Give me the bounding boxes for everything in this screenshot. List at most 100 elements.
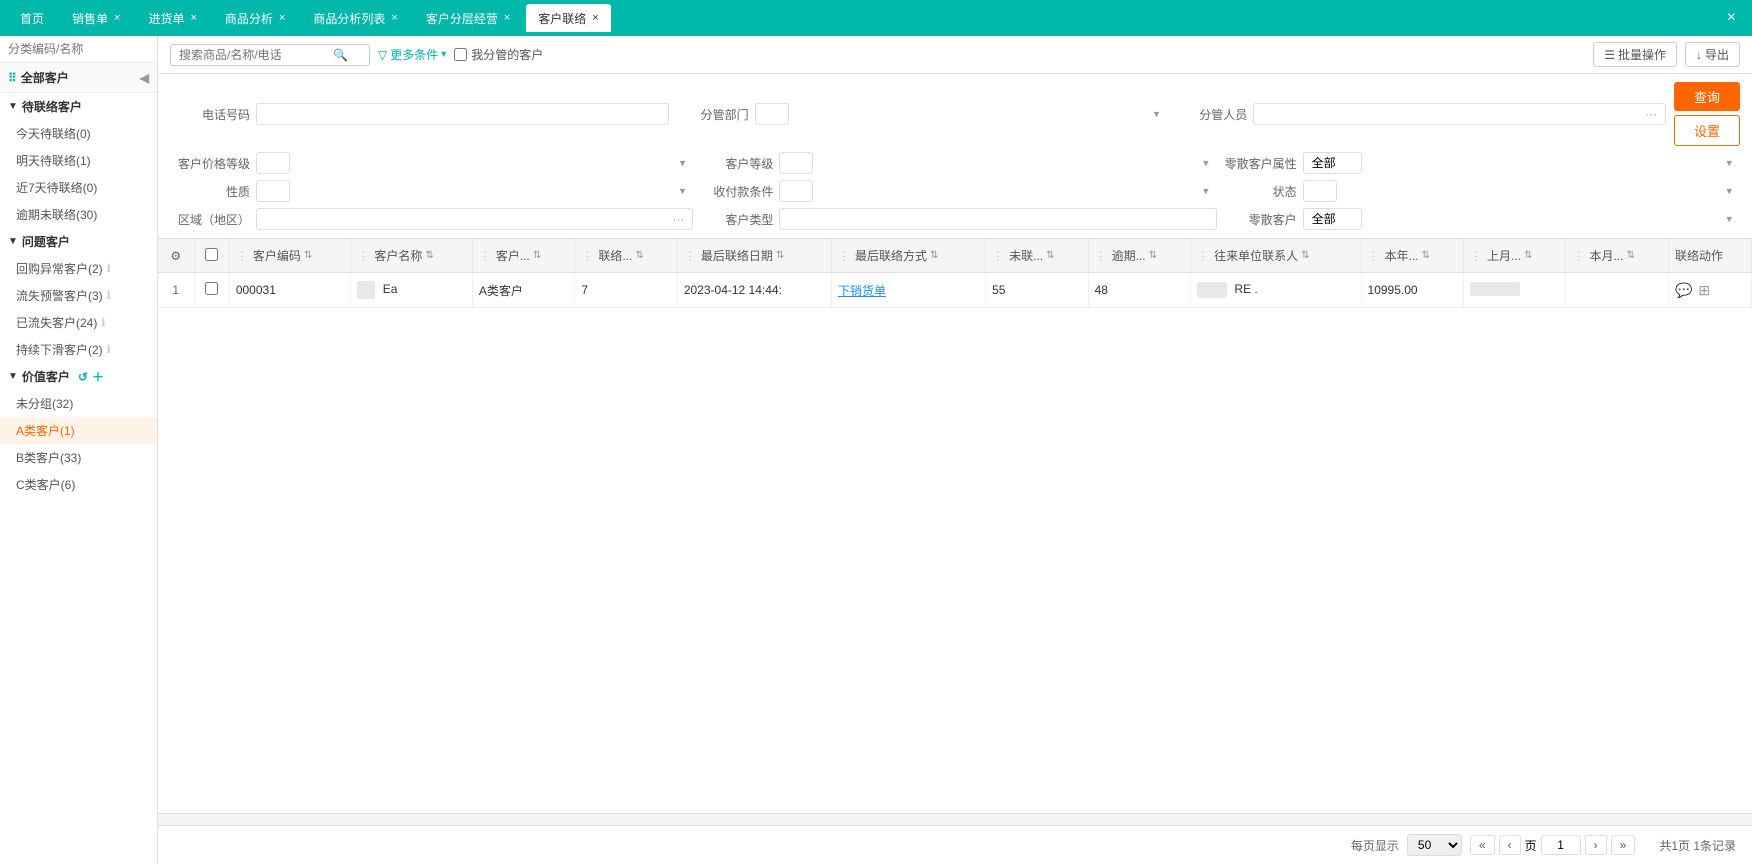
batch-ops-button[interactable]: ☰ 批量操作 (1593, 42, 1677, 67)
col-contact-sort[interactable]: ⇅ (635, 250, 643, 261)
per-page-select[interactable]: 50 100 (1407, 834, 1462, 856)
collapse-icon[interactable]: ◀ (140, 71, 149, 85)
nav-tab-customer-segment[interactable]: 客户分层经营 × (414, 4, 522, 32)
table-settings-icon[interactable]: ⚙ (170, 249, 181, 263)
last-method-link[interactable]: 下销货单 (838, 284, 886, 298)
dept-select-wrapper (755, 103, 1168, 125)
col-last-method-sort[interactable]: ⇅ (930, 250, 938, 261)
query-button[interactable]: 查询 (1674, 82, 1740, 111)
settings-button[interactable]: 设置 (1674, 115, 1740, 146)
filter-cell-manager: 分管人员 ··· (1167, 103, 1666, 125)
filter-search-input[interactable] (179, 48, 329, 62)
customer-type-input[interactable] (779, 208, 1216, 230)
page-number-input[interactable] (1541, 835, 1581, 855)
sidebar-item-b-class[interactable]: B类客户(33) (0, 444, 157, 471)
first-page-btn[interactable]: « (1470, 835, 1495, 855)
sidebar-search-input[interactable] (8, 42, 158, 56)
select-all-checkbox[interactable] (205, 248, 218, 261)
nav-tab-sales[interactable]: 销售单 × (60, 4, 132, 32)
col-last-month-header[interactable]: ⋮ 上月... ⇅ (1464, 239, 1566, 273)
price-level-select[interactable] (256, 152, 290, 174)
value-section-header[interactable]: ▼ 价值客户 ↺ ＋ (0, 363, 157, 390)
customer-level-label: 客户等级 (693, 155, 773, 172)
sidebar-item-a-class[interactable]: A类客户(1) (0, 417, 157, 444)
col-type-sort[interactable]: ⇅ (533, 250, 541, 261)
filter-cell-dept: 分管部门 (669, 103, 1168, 125)
col-last-month-sort[interactable]: ⇅ (1524, 250, 1532, 261)
sidebar-item-lost[interactable]: 已流失客户(24) ℹ (0, 309, 157, 336)
retail-select[interactable]: 全部 (1303, 208, 1362, 230)
row-contact: 7 (575, 273, 677, 308)
col-this-month-header[interactable]: ⋮ 本月... ⇅ (1566, 239, 1668, 273)
col-settings: ⚙ (158, 239, 194, 273)
col-overdue-sort[interactable]: ⇅ (1149, 250, 1157, 261)
col-this-year-header[interactable]: ⋮ 本年... ⇅ (1361, 239, 1463, 273)
next-page-btn[interactable]: › (1585, 835, 1607, 855)
retail-attr-select[interactable]: 全部 (1303, 152, 1362, 174)
col-code-header[interactable]: ⋮ 客户编码 ⇅ (229, 239, 351, 273)
nav-tab-product-analysis[interactable]: 商品分析 × (213, 4, 297, 32)
col-this-month-sort[interactable]: ⇅ (1627, 250, 1635, 261)
refresh-icon[interactable]: ↺ (78, 370, 88, 384)
close-product-list-tab[interactable]: × (391, 12, 397, 24)
status-select[interactable] (1303, 180, 1337, 202)
nav-tab-product-list[interactable]: 商品分析列表 × (301, 4, 409, 32)
sidebar-item-tomorrow-pending[interactable]: 明天待联络(1) (0, 147, 157, 174)
sidebar-item-today-pending[interactable]: 今天待联络(0) (0, 120, 157, 147)
close-all-tabs[interactable]: × (1719, 9, 1744, 27)
close-customer-segment-tab[interactable]: × (504, 12, 510, 24)
message-icon[interactable]: 💬 (1675, 282, 1692, 299)
sidebar-item-c-class[interactable]: C类客户(6) (0, 471, 157, 498)
all-customers-header[interactable]: ⠿ 全部客户 ◀ (0, 63, 157, 93)
region-dots-input[interactable]: ··· (256, 208, 693, 230)
export-button[interactable]: ↓ 导出 (1685, 42, 1740, 67)
nav-tab-customer-contact[interactable]: 客户联络 × (526, 4, 610, 32)
col-type-header[interactable]: ⋮ 客户... ⇅ (472, 239, 574, 273)
qr-icon[interactable]: ⊞ (1698, 282, 1710, 299)
close-sales-tab[interactable]: × (114, 12, 120, 24)
last-page-btn[interactable]: » (1611, 835, 1636, 855)
col-no-contact-header[interactable]: ⋮ 未联... ⇅ (986, 239, 1088, 273)
my-customers-filter[interactable]: 我分管的客户 (454, 46, 543, 63)
close-purchase-tab[interactable]: × (190, 12, 196, 24)
close-product-analysis-tab[interactable]: × (279, 12, 285, 24)
sidebar-item-overdue-pending[interactable]: 逾期未联络(30) (0, 201, 157, 228)
nav-home[interactable]: 首页 (8, 4, 56, 32)
sidebar-item-loss-warning[interactable]: 流失预警客户(3) ℹ (0, 282, 157, 309)
col-unit-contact-header[interactable]: ⋮ 往来单位联系人 ⇅ (1191, 239, 1361, 273)
col-last-date-sort[interactable]: ⇅ (776, 250, 784, 261)
sidebar-item-abnormal[interactable]: 回购异常客户(2) ℹ (0, 255, 157, 282)
sidebar-item-declining[interactable]: 持续下滑客户(2) ℹ (0, 336, 157, 363)
search-icon[interactable]: 🔍 (333, 48, 348, 62)
add-icon[interactable]: ＋ (92, 368, 104, 385)
customer-level-select[interactable] (779, 152, 813, 174)
col-unit-contact-sort[interactable]: ⇅ (1301, 250, 1309, 261)
pending-section-header[interactable]: ▼ 待联络客户 (0, 93, 157, 120)
problem-section-header[interactable]: ▼ 问题客户 (0, 228, 157, 255)
horizontal-scrollbar[interactable] (158, 813, 1752, 825)
nav-tab-purchase[interactable]: 进货单 × (136, 4, 208, 32)
col-last-date-separator: ⋮ (684, 249, 696, 263)
col-no-contact-sort[interactable]: ⇅ (1046, 250, 1054, 261)
col-last-method-header[interactable]: ⋮ 最后联络方式 ⇅ (831, 239, 985, 273)
col-contact-header[interactable]: ⋮ 联络... ⇅ (575, 239, 677, 273)
col-code-sort[interactable]: ⇅ (304, 250, 312, 261)
close-customer-contact-tab[interactable]: × (592, 12, 598, 24)
dept-select[interactable] (755, 103, 789, 125)
col-name-header[interactable]: ⋮ 客户名称 ⇅ (351, 239, 473, 273)
sidebar-item-ungrouped[interactable]: 未分组(32) (0, 390, 157, 417)
col-name-sort[interactable]: ⇅ (425, 250, 433, 261)
manager-dots-input[interactable]: ··· (1253, 103, 1666, 125)
filter-cell-retail: 零散客户 全部 (1217, 208, 1740, 230)
prev-page-btn[interactable]: ‹ (1499, 835, 1521, 855)
row-checkbox[interactable] (205, 282, 218, 295)
col-overdue-header[interactable]: ⋮ 逾期... ⇅ (1088, 239, 1190, 273)
sidebar-item-7day-pending[interactable]: 近7天待联络(0) (0, 174, 157, 201)
col-this-year-sort[interactable]: ⇅ (1422, 250, 1430, 261)
more-filters-btn[interactable]: ▽ 更多条件 ▾ (378, 46, 446, 63)
col-last-date-header[interactable]: ⋮ 最后联络日期 ⇅ (677, 239, 831, 273)
my-customers-checkbox[interactable] (454, 48, 467, 61)
phone-input[interactable] (256, 103, 669, 125)
payment-select[interactable] (779, 180, 813, 202)
nature-select[interactable] (256, 180, 290, 202)
